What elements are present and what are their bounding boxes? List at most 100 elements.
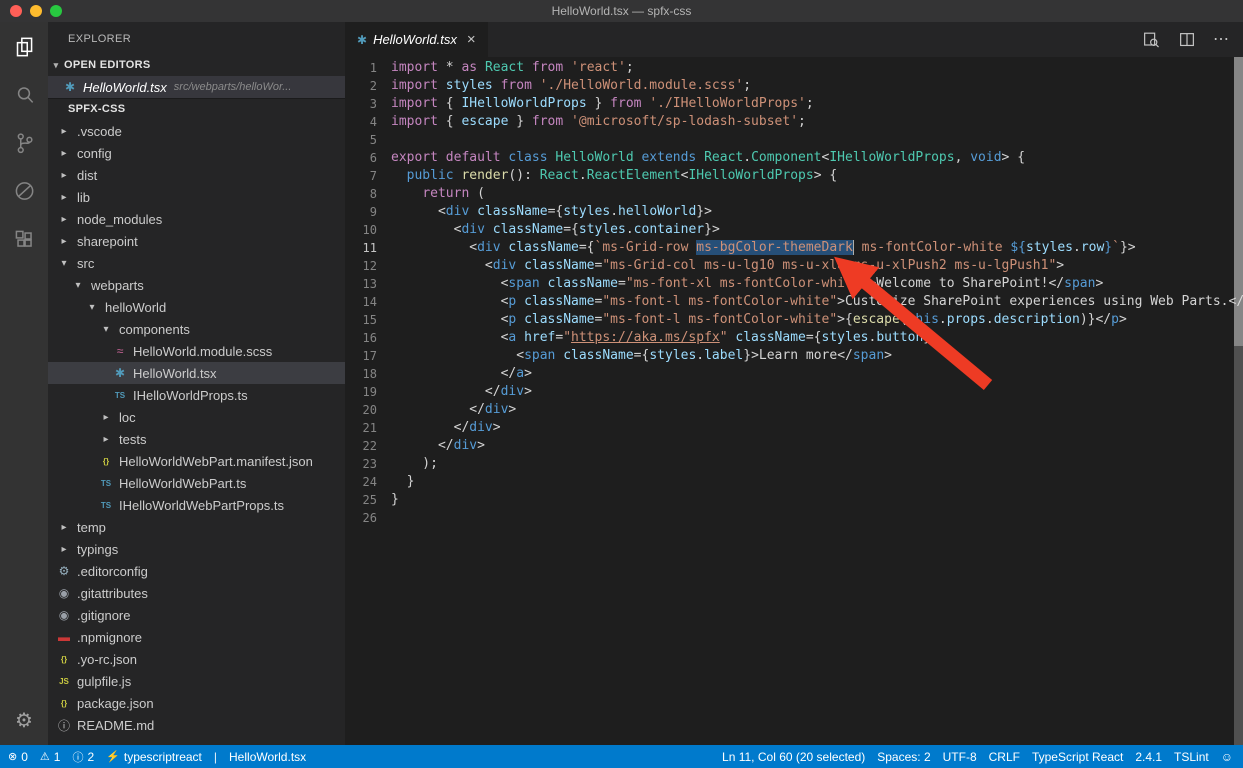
settings-gear-icon[interactable]: ⚙ [15,708,33,733]
line-number[interactable]: 14 [345,293,377,311]
code-line-7[interactable]: 7 public render(): React.ReactElement<IH… [345,167,1243,185]
tree-item-temp[interactable]: ▸temp [48,516,345,538]
tree-item-webparts[interactable]: ▾webparts [48,274,345,296]
project-section-header[interactable]: SPFX-CSS [48,98,345,120]
code-line-25[interactable]: 25} [345,491,1243,509]
line-number[interactable]: 25 [345,491,377,509]
tree-item-helloWorld[interactable]: ▾helloWorld [48,296,345,318]
tree-item-HelloWorldWebPart.ts[interactable]: TSHelloWorldWebPart.ts [48,472,345,494]
code-line-18[interactable]: 18 </a> [345,365,1243,383]
encoding-indicator[interactable]: UTF-8 [943,750,977,764]
line-number[interactable]: 13 [345,275,377,293]
code-line-11[interactable]: 11 <div className={`ms-Grid-row ms-bgCol… [345,239,1243,257]
line-number[interactable]: 11 [345,239,377,257]
indentation-indicator[interactable]: Spaces: 2 [877,750,930,764]
line-number[interactable]: 23 [345,455,377,473]
code-line-5[interactable]: 5 [345,131,1243,149]
code-line-10[interactable]: 10 <div className={styles.container}> [345,221,1243,239]
code-line-9[interactable]: 9 <div className={styles.helloWorld}> [345,203,1243,221]
tree-item-.npmignore[interactable]: ▬.npmignore [48,626,345,648]
zoom-window-button[interactable] [50,5,62,17]
code-line-2[interactable]: 2import styles from './HelloWorld.module… [345,77,1243,95]
tree-item-gulpfile.js[interactable]: JSgulpfile.js [48,670,345,692]
tree-item-HelloWorldWebPart.manifest.json[interactable]: {}HelloWorldWebPart.manifest.json [48,450,345,472]
code-line-16[interactable]: 16 <a href="https://aka.ms/spfx" classNa… [345,329,1243,347]
tree-item-.gitattributes[interactable]: ◉.gitattributes [48,582,345,604]
line-number[interactable]: 3 [345,95,377,113]
code-line-26[interactable]: 26 [345,509,1243,527]
tree-item-components[interactable]: ▾components [48,318,345,340]
tree-item-node_modules[interactable]: ▸node_modules [48,208,345,230]
line-number[interactable]: 2 [345,77,377,95]
more-actions-icon[interactable]: ⋯ [1213,32,1229,48]
editor-scrollbar[interactable] [1234,57,1243,745]
tab-helloworld-tsx[interactable]: ✱ HelloWorld.tsx × [345,22,488,57]
code-line-19[interactable]: 19 </div> [345,383,1243,401]
tree-item-HelloWorld.module.scss[interactable]: ≈HelloWorld.module.scss [48,340,345,362]
tree-item-typings[interactable]: ▸typings [48,538,345,560]
line-number[interactable]: 22 [345,437,377,455]
code-line-4[interactable]: 4import { escape } from '@microsoft/sp-l… [345,113,1243,131]
language-indicator[interactable]: TypeScript React [1032,750,1123,764]
line-number[interactable]: 26 [345,509,377,527]
code-line-17[interactable]: 17 <span className={styles.label}>Learn … [345,347,1243,365]
code-line-21[interactable]: 21 </div> [345,419,1243,437]
line-number[interactable]: 21 [345,419,377,437]
debug-icon[interactable] [4,174,44,208]
code-line-14[interactable]: 14 <p className="ms-font-l ms-fontColor-… [345,293,1243,311]
line-number[interactable]: 16 [345,329,377,347]
tslint-indicator[interactable]: TSLint [1174,750,1209,764]
code-line-8[interactable]: 8 return ( [345,185,1243,203]
close-window-button[interactable] [10,5,22,17]
tree-item-.gitignore[interactable]: ◉.gitignore [48,604,345,626]
code-line-15[interactable]: 15 <p className="ms-font-l ms-fontColor-… [345,311,1243,329]
source-control-icon[interactable] [4,126,44,160]
tree-item-dist[interactable]: ▸dist [48,164,345,186]
line-number[interactable]: 8 [345,185,377,203]
code-editor[interactable]: 1import * as React from 'react';2import … [345,57,1243,745]
line-number[interactable]: 9 [345,203,377,221]
language-mode-indicator[interactable]: ⚡ typescriptreact [106,750,202,764]
line-number[interactable]: 20 [345,401,377,419]
code-line-1[interactable]: 1import * as React from 'react'; [345,59,1243,77]
line-number[interactable]: 15 [345,311,377,329]
code-line-20[interactable]: 20 </div> [345,401,1243,419]
line-number[interactable]: 18 [345,365,377,383]
tree-item-package.json[interactable]: {}package.json [48,692,345,714]
code-line-24[interactable]: 24 } [345,473,1243,491]
tree-item-.vscode[interactable]: ▸.vscode [48,120,345,142]
line-number[interactable]: 12 [345,257,377,275]
line-number[interactable]: 4 [345,113,377,131]
tree-item-.editorconfig[interactable]: ⚙.editorconfig [48,560,345,582]
tree-item-.yo-rc.json[interactable]: {}.yo-rc.json [48,648,345,670]
line-number[interactable]: 6 [345,149,377,167]
line-number[interactable]: 24 [345,473,377,491]
line-number[interactable]: 17 [345,347,377,365]
open-editors-header[interactable]: ▾ OPEN EDITORS [48,54,345,76]
minimize-window-button[interactable] [30,5,42,17]
line-number[interactable]: 7 [345,167,377,185]
tree-item-config[interactable]: ▸config [48,142,345,164]
explorer-icon[interactable] [4,30,44,64]
cursor-position[interactable]: Ln 11, Col 60 (20 selected) [722,750,865,764]
problems-errors[interactable]: ⊗ 0 [8,750,28,764]
code-line-12[interactable]: 12 <div className="ms-Grid-col ms-u-lg10… [345,257,1243,275]
line-number[interactable]: 5 [345,131,377,149]
code-line-22[interactable]: 22 </div> [345,437,1243,455]
code-line-6[interactable]: 6export default class HelloWorld extends… [345,149,1243,167]
code-line-23[interactable]: 23 ); [345,455,1243,473]
tree-item-lib[interactable]: ▸lib [48,186,345,208]
tree-item-tests[interactable]: ▸tests [48,428,345,450]
line-number[interactable]: 19 [345,383,377,401]
code-line-13[interactable]: 13 <span className="ms-font-xl ms-fontCo… [345,275,1243,293]
search-icon[interactable] [4,78,44,112]
problems-infos[interactable]: ⓘ 2 [72,749,94,765]
active-file-indicator[interactable]: HelloWorld.tsx [229,750,306,764]
extensions-icon[interactable] [4,222,44,256]
eol-indicator[interactable]: CRLF [989,750,1020,764]
code-line-3[interactable]: 3import { IHelloWorldProps } from './IHe… [345,95,1243,113]
close-tab-icon[interactable]: × [467,31,476,48]
tree-item-sharepoint[interactable]: ▸sharepoint [48,230,345,252]
tree-item-HelloWorld.tsx[interactable]: ✱HelloWorld.tsx [48,362,345,384]
feedback-smiley-icon[interactable]: ☺ [1221,750,1233,764]
